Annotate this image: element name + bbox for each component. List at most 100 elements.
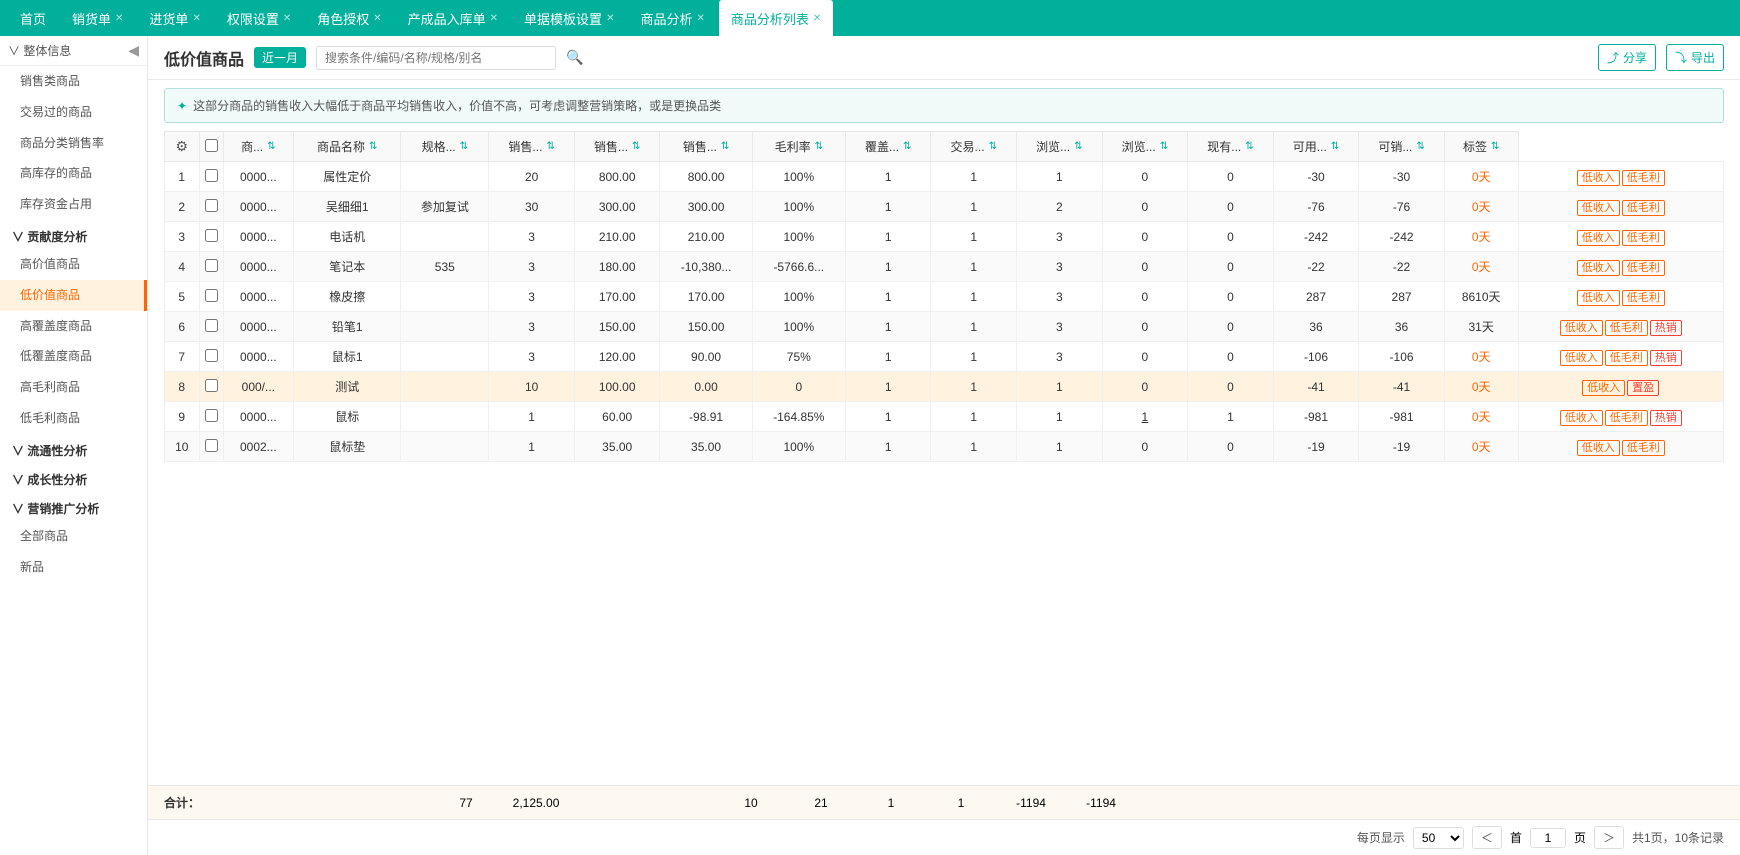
nav-role[interactable]: 角色授权 ✕ <box>305 0 393 36</box>
row-checkbox[interactable] <box>205 349 218 362</box>
row-checkbox[interactable] <box>205 319 218 332</box>
nav-permission[interactable]: 权限设置 ✕ <box>215 0 303 36</box>
nav-template-close[interactable]: ✕ <box>606 13 614 24</box>
nav-template[interactable]: 单据模板设置 ✕ <box>512 0 626 36</box>
th-sales1[interactable]: 销售...⇅ <box>489 132 575 162</box>
th-sales2[interactable]: 销售...⇅ <box>574 132 660 162</box>
sidebar-item-stock-fund[interactable]: 库存资金占用 <box>0 189 147 220</box>
cell-tags: 低收入置盈 <box>1518 372 1723 402</box>
th-spec[interactable]: 规格...⇅ <box>401 132 489 162</box>
export-button[interactable]: ⤵ 导出 <box>1666 44 1724 71</box>
per-page-select[interactable]: 50 100 200 <box>1413 827 1464 849</box>
row-checkbox[interactable] <box>205 229 218 242</box>
row-checkbox[interactable] <box>205 379 218 392</box>
th-sellable[interactable]: 可销...⇅ <box>1359 132 1445 162</box>
sidebar-item-high-value[interactable]: 高价值商品 <box>0 249 147 280</box>
cell-checkbox[interactable] <box>199 192 223 222</box>
th-avail[interactable]: 可用...⇅ <box>1273 132 1359 162</box>
nav-sales-close[interactable]: ✕ <box>115 13 123 24</box>
nav-product-stock-close[interactable]: ✕ <box>490 13 498 24</box>
cell-name: 电话机 <box>294 222 401 252</box>
nav-purchase-close[interactable]: ✕ <box>192 13 200 24</box>
next-page-btn[interactable]: ＞ <box>1594 826 1624 849</box>
share-button[interactable]: ⤴ 分享 <box>1598 44 1656 71</box>
th-stock[interactable]: 现有...⇅ <box>1188 132 1274 162</box>
sidebar-toggle[interactable]: ◀ <box>128 42 139 59</box>
cell-checkbox[interactable] <box>199 432 223 462</box>
info-icon: ✦ <box>177 99 187 113</box>
nav-sales[interactable]: 销货单 ✕ <box>60 0 135 36</box>
sidebar-group-contribution[interactable]: ∨ 贡献度分析 <box>0 220 147 249</box>
sidebar-item-high-stock[interactable]: 高库存的商品 <box>0 158 147 189</box>
cell-checkbox[interactable] <box>199 282 223 312</box>
th-checkbox[interactable] <box>199 132 223 162</box>
th-browse2[interactable]: 浏览...⇅ <box>1102 132 1188 162</box>
sidebar-item-traded-goods[interactable]: 交易过的商品 <box>0 97 147 128</box>
row-checkbox[interactable] <box>205 289 218 302</box>
cell-checkbox[interactable] <box>199 402 223 432</box>
cell-browse1[interactable]: 0 <box>1102 162 1188 192</box>
cell-browse1[interactable]: 0 <box>1102 282 1188 312</box>
search-input[interactable] <box>316 46 556 70</box>
row-checkbox[interactable] <box>205 169 218 182</box>
sidebar-item-high-profit[interactable]: 高毛利商品 <box>0 372 147 403</box>
settings-icon[interactable]: ⚙ <box>175 138 188 154</box>
page-input[interactable] <box>1530 828 1566 848</box>
th-gross[interactable]: 毛利率⇅ <box>752 132 845 162</box>
sidebar-item-low-profit[interactable]: 低毛利商品 <box>0 403 147 434</box>
th-code[interactable]: 商...⇅ <box>223 132 294 162</box>
cell-checkbox[interactable] <box>199 372 223 402</box>
th-name[interactable]: 商品名称⇅ <box>294 132 401 162</box>
sidebar-item-all-goods[interactable]: 全部商品 <box>0 521 147 552</box>
sidebar-item-sales-goods[interactable]: 销售类商品 <box>0 66 147 97</box>
nav-analysis-close[interactable]: ✕ <box>696 13 704 24</box>
select-all-checkbox[interactable] <box>205 139 218 152</box>
nav-home[interactable]: 首页 <box>8 0 58 36</box>
sidebar-group-overview[interactable]: ∨ 整体信息 <box>8 42 71 59</box>
cell-browse1[interactable]: 0 <box>1102 192 1188 222</box>
sidebar-group-circulation[interactable]: ∨ 流通性分析 <box>0 434 147 463</box>
th-cover[interactable]: 覆盖...⇅ <box>845 132 931 162</box>
cell-browse1[interactable]: 1 <box>1102 402 1188 432</box>
search-icon[interactable]: 🔍 <box>566 49 583 66</box>
period-tag[interactable]: 近一月 <box>254 47 306 68</box>
cell-checkbox[interactable] <box>199 162 223 192</box>
sidebar-group-marketing[interactable]: ∨ 营销推广分析 <box>0 492 147 521</box>
browse-link[interactable]: 1 <box>1142 410 1149 424</box>
th-tags[interactable]: 标签⇅ <box>1444 132 1518 162</box>
cell-cover: 1 <box>931 282 1017 312</box>
th-trade[interactable]: 交易...⇅ <box>931 132 1017 162</box>
sidebar-item-low-value[interactable]: 低价值商品 <box>0 280 147 311</box>
sidebar-group-growth[interactable]: ∨ 成长性分析 <box>0 463 147 492</box>
nav-purchase[interactable]: 进货单 ✕ <box>137 0 212 36</box>
nav-product-stock[interactable]: 产成品入库单 ✕ <box>396 0 510 36</box>
cell-browse1[interactable]: 0 <box>1102 312 1188 342</box>
cell-browse1[interactable]: 0 <box>1102 222 1188 252</box>
th-gear[interactable]: ⚙ <box>165 132 200 162</box>
th-sales3[interactable]: 销售...⇅ <box>660 132 752 162</box>
row-checkbox[interactable] <box>205 409 218 422</box>
cell-checkbox[interactable] <box>199 252 223 282</box>
row-checkbox[interactable] <box>205 439 218 452</box>
th-browse1[interactable]: 浏览...⇅ <box>1017 132 1103 162</box>
sidebar-item-high-coverage[interactable]: 高覆盖度商品 <box>0 311 147 342</box>
row-checkbox[interactable] <box>205 259 218 272</box>
nav-role-close[interactable]: ✕ <box>373 13 381 24</box>
nav-analysis-list[interactable]: 商品分析列表 ✕ <box>719 0 833 36</box>
nav-analysis-list-close[interactable]: ✕ <box>813 13 821 24</box>
cell-checkbox[interactable] <box>199 342 223 372</box>
cell-browse1[interactable]: 0 <box>1102 342 1188 372</box>
nav-analysis[interactable]: 商品分析 ✕ <box>628 0 716 36</box>
sidebar-item-low-coverage[interactable]: 低覆盖度商品 <box>0 341 147 372</box>
total-avail: -1194 <box>1066 796 1136 810</box>
cell-checkbox[interactable] <box>199 312 223 342</box>
sidebar-item-new-goods[interactable]: 新品 <box>0 552 147 583</box>
row-checkbox[interactable] <box>205 199 218 212</box>
cell-browse1[interactable]: 0 <box>1102 252 1188 282</box>
sidebar-item-category-sales-rate[interactable]: 商品分类销售率 <box>0 128 147 159</box>
prev-page-btn[interactable]: ＜ <box>1472 826 1502 849</box>
cell-browse1[interactable]: 0 <box>1102 432 1188 462</box>
nav-permission-close[interactable]: ✕ <box>283 13 291 24</box>
cell-checkbox[interactable] <box>199 222 223 252</box>
cell-browse1[interactable]: 0 <box>1102 372 1188 402</box>
